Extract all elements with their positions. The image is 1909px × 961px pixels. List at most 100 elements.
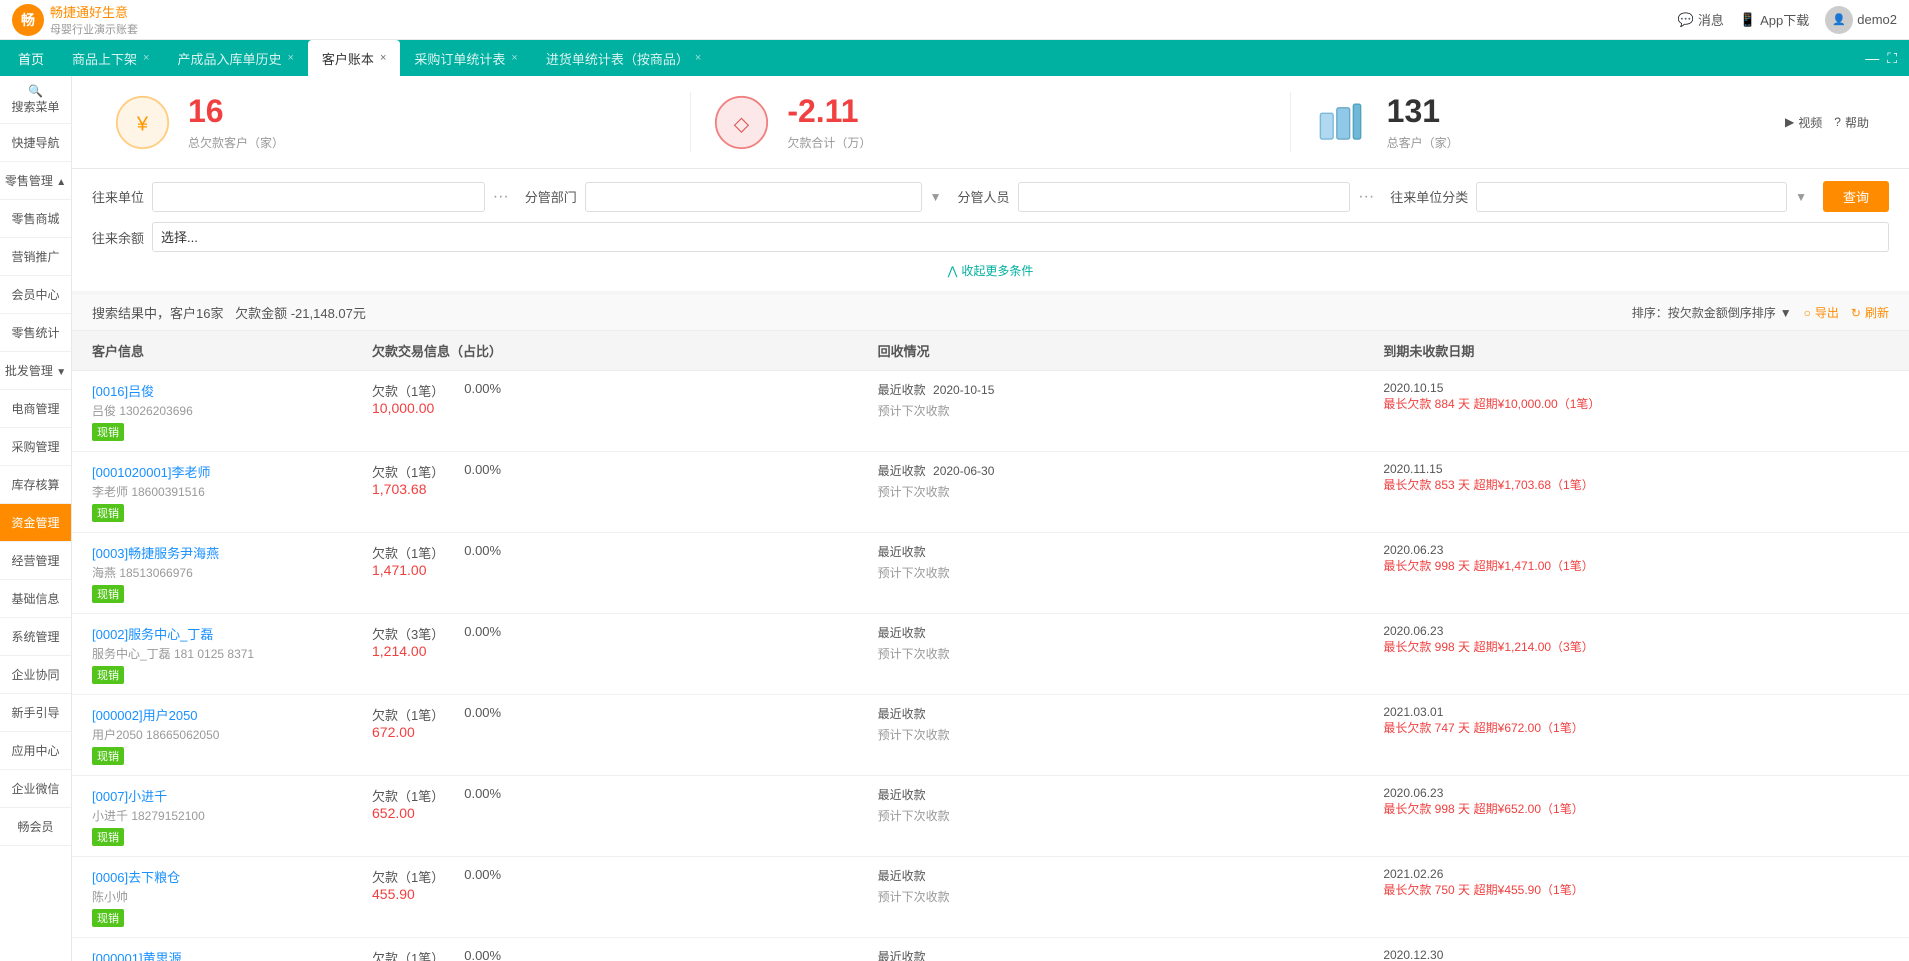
customer-id-link[interactable]: [000002]用户2050 [92,705,372,724]
last-collect-date: 2020-10-15 [933,383,994,397]
collection-cell: 最近收款 预计下次收款 [878,543,1384,581]
debt-percent: 0.00% [464,381,501,396]
close-icon[interactable]: × [695,52,701,64]
customer-id-link[interactable]: [0002]服务中心_丁磊 [92,624,372,643]
manager-dots[interactable]: ··· [1358,188,1374,206]
overdue-link[interactable]: 超期¥1,703.68（1笔） [1474,478,1594,492]
customer-id-link[interactable]: [0001020001]李老师 [92,462,372,481]
tab-production-history[interactable]: 产成品入库单历史 × [163,40,307,76]
sidebar-item-inventory[interactable]: 库存核算 [0,466,71,504]
tab-goods-listing[interactable]: 商品上下架 × [58,40,163,76]
tab-home[interactable]: 首页 [4,49,58,68]
sidebar-item-operations[interactable]: 经营管理 [0,542,71,580]
sidebar-item-finance[interactable]: 资金管理 [0,504,71,542]
dept-label: 分管部门 [525,187,577,206]
tab-goods-stats[interactable]: 进货单统计表（按商品） × [532,40,715,76]
stat-value-debt-total: -2.11 [787,93,871,130]
refresh-btn[interactable]: ↻ 刷新 [1851,304,1889,321]
overdue-link[interactable]: 超期¥10,000.00（1笔） [1474,397,1601,411]
customer-id-link[interactable]: [0003]畅捷服务尹海燕 [92,543,372,562]
balance-select[interactable]: 选择... [152,222,1889,252]
customer-phone: 用户2050 18665062050 [92,726,372,743]
dept-input[interactable] [585,182,922,212]
from-unit-dots[interactable]: ··· [493,188,509,206]
stat-info-2: -2.11 欠款合计（万） [787,93,871,151]
sidebar-item-apps[interactable]: 应用中心 [0,732,71,770]
tab-purchase-stats[interactable]: 采购订单统计表 × [400,40,531,76]
app-download-btn[interactable]: 📱 App下载 [1740,10,1809,29]
customer-tag: 现销 [92,909,124,927]
filter-area: 往来单位 ··· 分管部门 ▼ 分管人员 ··· 往来单位分类 [72,169,1909,291]
search-button[interactable]: 查询 [1823,181,1889,212]
last-collect-label: 最近收款 [878,707,926,721]
close-icon[interactable]: × [380,52,386,64]
sidebar-item-purchase[interactable]: 采购管理 [0,428,71,466]
unit-type-input[interactable] [1476,182,1787,212]
user-menu[interactable]: 👤 demo2 [1825,6,1897,34]
overdue-link[interactable]: 超期¥1,214.00（3笔） [1474,640,1594,654]
last-collect-date: 2020-06-30 [933,464,994,478]
customer-id-link[interactable]: [0006]去下粮仓 [92,867,372,886]
debt-amount: 455.90 [372,886,444,902]
debt-amount: 1,471.00 [372,562,444,578]
logo-icon: 畅 [12,4,44,36]
overdue-link[interactable]: 超期¥1,471.00（1笔） [1474,559,1594,573]
sidebar-item-quick-nav[interactable]: 快捷导航 [0,124,71,162]
next-collect-label: 预计下次收款 [878,807,1384,824]
overdue-link[interactable]: 超期¥455.90（1笔） [1474,883,1584,897]
manager-input[interactable] [1018,182,1351,212]
due-date-cell: 2020.12.30 最长欠款 808 天 超期¥429.00（1笔） [1383,948,1889,961]
close-icon[interactable]: × [511,52,517,64]
sidebar-item-guide[interactable]: 新手引导 [0,694,71,732]
filter-dept: 分管部门 ▼ [525,182,942,212]
collection-cell: 最近收款 预计下次收款 [878,624,1384,662]
close-icon[interactable]: × [287,52,293,64]
export-btn[interactable]: ○ 导出 [1804,304,1839,321]
sidebar-item-retail-stats[interactable]: 零售统计 [0,314,71,352]
sidebar-item-marketing[interactable]: 营销推广 [0,238,71,276]
due-date-cell: 2020.10.15 最长欠款 884 天 超期¥10,000.00（1笔） [1383,381,1889,412]
unit-type-dropdown-icon[interactable]: ▼ [1795,190,1807,204]
dept-dropdown-icon[interactable]: ▼ [930,190,942,204]
sort-dropdown-icon: ▼ [1780,306,1792,320]
maximize-icon[interactable]: ⛶ [1887,50,1897,67]
message-btn[interactable]: 💬 消息 [1678,10,1724,29]
sidebar-item-member-plus[interactable]: 畅会员 [0,808,71,846]
overdue-link[interactable]: 超期¥672.00（1笔） [1474,721,1584,735]
customer-id-link[interactable]: [0007]小进千 [92,786,372,805]
sidebar-item-retail-mgmt[interactable]: 零售管理 ▲ [0,162,71,200]
main-layout: 🔍 搜索菜单 快捷导航 零售管理 ▲ 零售商城 营销推广 会员中心 零售统计 批… [0,76,1909,961]
help-btn[interactable]: ? 帮助 [1834,114,1869,131]
collection-cell: 最近收款 预计下次收款 [878,705,1384,743]
debt-percent: 0.00% [464,624,501,639]
next-collect-label: 预计下次收款 [878,564,1384,581]
from-unit-input[interactable] [152,182,485,212]
minimize-icon[interactable]: — [1865,50,1879,66]
customer-id-link[interactable]: [000001]黄思源 [92,948,372,961]
sidebar-search[interactable]: 🔍 搜索菜单 [0,76,71,124]
svg-text:◇: ◇ [734,113,750,135]
sidebar-item-system[interactable]: 系统管理 [0,618,71,656]
tab-label: 商品上下架 [72,49,137,68]
sort-dropdown[interactable]: 排序：按欠款金额倒序排序 ▼ [1632,304,1792,321]
sidebar-item-retail-mall[interactable]: 零售商城 [0,200,71,238]
close-icon[interactable]: × [143,52,149,64]
customer-phone: 服务中心_丁磊 181 0125 8371 [92,645,372,662]
debt-info-cell: 欠款（1笔） 672.00 0.00% [372,705,878,740]
sidebar-item-ecommerce[interactable]: 电商管理 [0,390,71,428]
tab-customer-account[interactable]: 客户账本 × [308,40,400,76]
stat-label-debt-total: 欠款合计（万） [787,134,871,151]
stat-card-total-customers: 131 总客户（家） ▶ 视频 ? 帮助 [1291,92,1889,152]
overdue-link[interactable]: 超期¥652.00（1笔） [1474,802,1584,816]
overdue-days: 最长欠款 998 天 [1383,802,1470,816]
customer-id-link[interactable]: [0016]吕俊 [92,381,372,400]
video-btn[interactable]: ▶ 视频 [1785,114,1822,131]
sidebar-item-wechat[interactable]: 企业微信 [0,770,71,808]
sidebar-item-enterprise[interactable]: 企业协同 [0,656,71,694]
collapse-button[interactable]: ⋀ 收起更多条件 [948,262,1034,279]
sidebar-item-basic-info[interactable]: 基础信息 [0,580,71,618]
table-row: [0007]小进千 小进千 18279152100 现销 欠款（1笔） 652.… [72,776,1909,857]
sidebar-item-wholesale[interactable]: 批发管理 ▼ [0,352,71,390]
collection-cell: 最近收款 预计下次收款 [878,867,1384,905]
sidebar-item-member[interactable]: 会员中心 [0,276,71,314]
